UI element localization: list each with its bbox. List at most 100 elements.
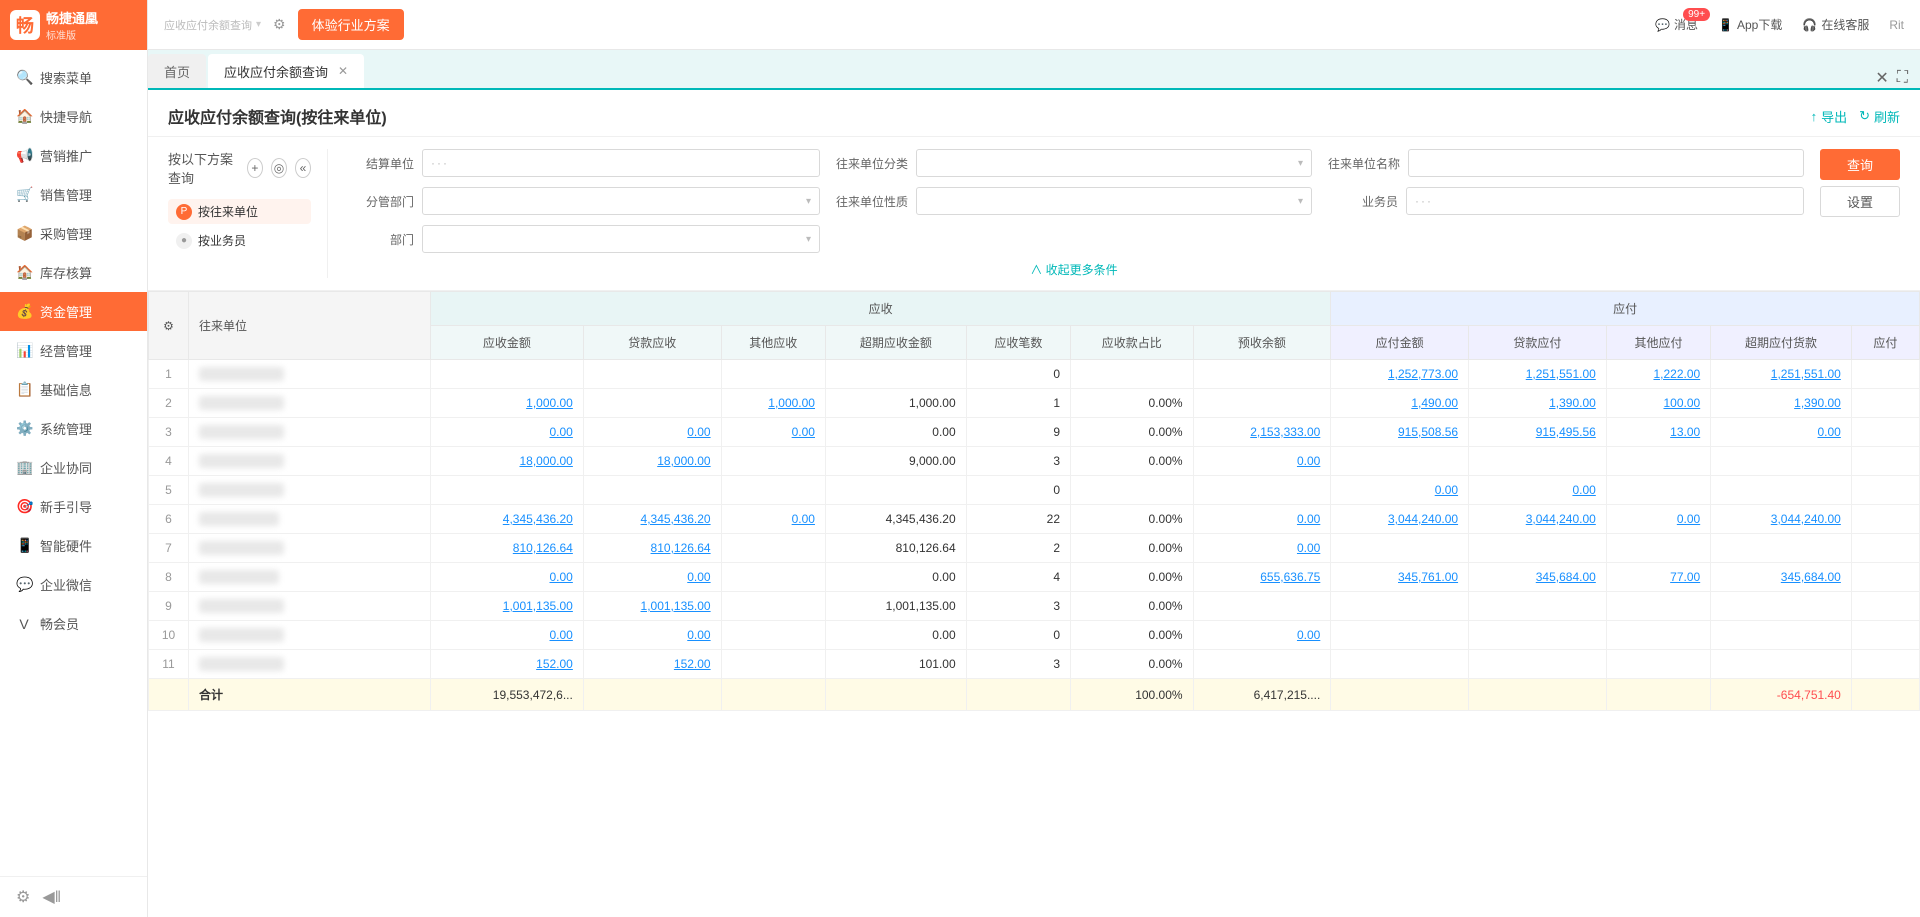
cell-ar-loan[interactable]: 810,126.64 bbox=[583, 534, 721, 563]
collapse-sidebar-icon[interactable]: ◀‖ bbox=[42, 887, 61, 907]
close-tab-button[interactable]: ✕ bbox=[1875, 68, 1888, 88]
cell-ap-loan[interactable]: 1,390.00 bbox=[1469, 389, 1607, 418]
tab-ar-ap[interactable]: 应收应付余额查询 ✕ bbox=[208, 54, 364, 88]
filter-setting-button[interactable]: ◎ bbox=[271, 158, 287, 178]
cell-ar-loan[interactable]: 4,345,436.20 bbox=[583, 505, 721, 534]
filter-add-button[interactable]: + bbox=[247, 158, 263, 178]
footer-ar-amount[interactable]: 19,553,472,6... bbox=[430, 679, 583, 711]
cell-ap-amount[interactable]: 1,490.00 bbox=[1331, 389, 1469, 418]
promo-button[interactable]: 体验行业方案 bbox=[298, 9, 404, 40]
cell-ar-amount[interactable]: 1,000.00 bbox=[430, 389, 583, 418]
sidebar-item-member[interactable]: V 畅会员 bbox=[0, 604, 147, 643]
input-partner-category[interactable]: ▾ bbox=[916, 149, 1312, 177]
cell-ar-loan[interactable]: 152.00 bbox=[583, 650, 721, 679]
cell-ap-loan[interactable]: 0.00 bbox=[1469, 476, 1607, 505]
cell-ar-amount[interactable]: 4,345,436.20 bbox=[430, 505, 583, 534]
query-button[interactable]: 查询 bbox=[1820, 149, 1900, 180]
cell-ar-prepay[interactable]: 0.00 bbox=[1193, 621, 1331, 650]
sidebar-item-quick-nav[interactable]: 🏠 快捷导航 bbox=[0, 97, 147, 136]
input-dept[interactable]: ▾ bbox=[422, 187, 820, 215]
input-salesperson[interactable]: ··· bbox=[1406, 187, 1804, 215]
tab-home[interactable]: 首页 bbox=[148, 54, 206, 88]
online-service-button[interactable]: 🎧 在线客服 bbox=[1802, 16, 1869, 33]
cell-ap-other[interactable]: 0.00 bbox=[1606, 505, 1710, 534]
sidebar-item-hardware[interactable]: 📱 智能硬件 bbox=[0, 526, 147, 565]
cell-ap-amount[interactable]: 345,761.00 bbox=[1331, 563, 1469, 592]
cell-ap-amount[interactable]: 1,252,773.00 bbox=[1331, 360, 1469, 389]
cell-ap-other[interactable]: 13.00 bbox=[1606, 418, 1710, 447]
cell-ar-amount[interactable]: 810,126.64 bbox=[430, 534, 583, 563]
cell-ar-loan[interactable]: 18,000.00 bbox=[583, 447, 721, 476]
refresh-button[interactable]: ↻ 刷新 bbox=[1859, 107, 1900, 126]
input-partner-name[interactable] bbox=[1408, 149, 1804, 177]
tab-ar-ap-close[interactable]: ✕ bbox=[338, 64, 348, 78]
scheme-by-partner[interactable]: P 按往来单位 bbox=[168, 199, 311, 224]
cell-ap-other[interactable]: 100.00 bbox=[1606, 389, 1710, 418]
cell-no: 2 bbox=[149, 389, 189, 418]
cell-ar-amount[interactable]: 152.00 bbox=[430, 650, 583, 679]
sidebar-item-finance[interactable]: 💰 资金管理 bbox=[0, 292, 147, 331]
topbar-gear-icon[interactable]: ⚙ bbox=[273, 16, 286, 33]
cell-ap-overdue[interactable]: 345,684.00 bbox=[1711, 563, 1852, 592]
input-department[interactable]: ▾ bbox=[422, 225, 820, 253]
cell-ar-loan[interactable]: 0.00 bbox=[583, 621, 721, 650]
sidebar-item-search-menu[interactable]: 🔍 搜索菜单 bbox=[0, 58, 147, 97]
cell-ap-loan[interactable]: 1,251,551.00 bbox=[1469, 360, 1607, 389]
sidebar-item-purchase[interactable]: 📦 采购管理 bbox=[0, 214, 147, 253]
sidebar-item-inventory[interactable]: 🏠 库存核算 bbox=[0, 253, 147, 292]
cell-ap-amount[interactable]: 3,044,240.00 bbox=[1331, 505, 1469, 534]
cell-ar-prepay[interactable]: 2,153,333.00 bbox=[1193, 418, 1331, 447]
th-group-ap: 应付 bbox=[1331, 292, 1920, 326]
cell-no: 3 bbox=[149, 418, 189, 447]
cell-ar-amount[interactable]: 18,000.00 bbox=[430, 447, 583, 476]
maximize-tab-button[interactable]: ⛶ bbox=[1897, 69, 1908, 87]
sidebar-item-basic-info[interactable]: 📋 基础信息 bbox=[0, 370, 147, 409]
cell-ar-prepay[interactable]: 655,636.75 bbox=[1193, 563, 1331, 592]
cell-ap-other bbox=[1606, 621, 1710, 650]
cell-ap-overdue[interactable]: 1,390.00 bbox=[1711, 389, 1852, 418]
messages-button[interactable]: 💬 消息 99+ bbox=[1655, 16, 1698, 33]
cell-ar-other[interactable]: 0.00 bbox=[721, 418, 825, 447]
cell-ar-amount[interactable]: 0.00 bbox=[430, 563, 583, 592]
input-partner-nature[interactable]: ▾ bbox=[916, 187, 1312, 215]
cell-ap-amount[interactable]: 915,508.56 bbox=[1331, 418, 1469, 447]
scheme-by-staff[interactable]: ● 按业务员 bbox=[168, 228, 311, 253]
input-settlement[interactable]: ··· bbox=[422, 149, 820, 177]
user-name[interactable]: Rit bbox=[1889, 18, 1904, 32]
th-settings[interactable]: ⚙ bbox=[149, 292, 189, 360]
settings-bottom-icon[interactable]: ⚙ bbox=[16, 887, 30, 907]
footer-ar-prepay[interactable]: 6,417,215.... bbox=[1193, 679, 1331, 711]
cell-ar-amount[interactable]: 1,001,135.00 bbox=[430, 592, 583, 621]
sidebar-item-guide[interactable]: 🎯 新手引导 bbox=[0, 487, 147, 526]
cell-ar-amount[interactable]: 0.00 bbox=[430, 418, 583, 447]
sidebar-item-marketing[interactable]: 📢 营销推广 bbox=[0, 136, 147, 175]
cell-ar-prepay[interactable]: 0.00 bbox=[1193, 534, 1331, 563]
filter-collapse-button[interactable]: « bbox=[295, 158, 311, 178]
cell-ap-overdue[interactable]: 3,044,240.00 bbox=[1711, 505, 1852, 534]
sidebar-item-wechat[interactable]: 💬 企业微信 bbox=[0, 565, 147, 604]
cell-ap-other[interactable]: 77.00 bbox=[1606, 563, 1710, 592]
cell-ar-other[interactable]: 1,000.00 bbox=[721, 389, 825, 418]
settings-button[interactable]: 设置 bbox=[1820, 186, 1900, 217]
sidebar-item-system[interactable]: ⚙️ 系统管理 bbox=[0, 409, 147, 448]
cell-ar-loan[interactable]: 0.00 bbox=[583, 563, 721, 592]
sidebar-item-sales[interactable]: 🛒 销售管理 bbox=[0, 175, 147, 214]
collapse-more-btn[interactable]: ∧ 收起更多条件 bbox=[344, 261, 1804, 278]
cell-ap-loan[interactable]: 3,044,240.00 bbox=[1469, 505, 1607, 534]
sidebar-item-operations[interactable]: 📊 经营管理 bbox=[0, 331, 147, 370]
sidebar-item-enterprise[interactable]: 🏢 企业协同 bbox=[0, 448, 147, 487]
cell-ar-prepay[interactable]: 0.00 bbox=[1193, 447, 1331, 476]
cell-ar-amount[interactable]: 0.00 bbox=[430, 621, 583, 650]
app-download-button[interactable]: 📱 App下载 bbox=[1718, 16, 1782, 33]
export-button[interactable]: ↑ 导出 bbox=[1811, 107, 1848, 126]
cell-ap-amount[interactable]: 0.00 bbox=[1331, 476, 1469, 505]
cell-ap-loan[interactable]: 915,495.56 bbox=[1469, 418, 1607, 447]
cell-ap-other[interactable]: 1,222.00 bbox=[1606, 360, 1710, 389]
cell-ap-loan[interactable]: 345,684.00 bbox=[1469, 563, 1607, 592]
cell-ar-loan[interactable]: 1,001,135.00 bbox=[583, 592, 721, 621]
cell-ap-overdue[interactable]: 0.00 bbox=[1711, 418, 1852, 447]
cell-ar-prepay[interactable]: 0.00 bbox=[1193, 505, 1331, 534]
cell-ap-overdue[interactable]: 1,251,551.00 bbox=[1711, 360, 1852, 389]
cell-ar-loan[interactable]: 0.00 bbox=[583, 418, 721, 447]
cell-ar-other[interactable]: 0.00 bbox=[721, 505, 825, 534]
